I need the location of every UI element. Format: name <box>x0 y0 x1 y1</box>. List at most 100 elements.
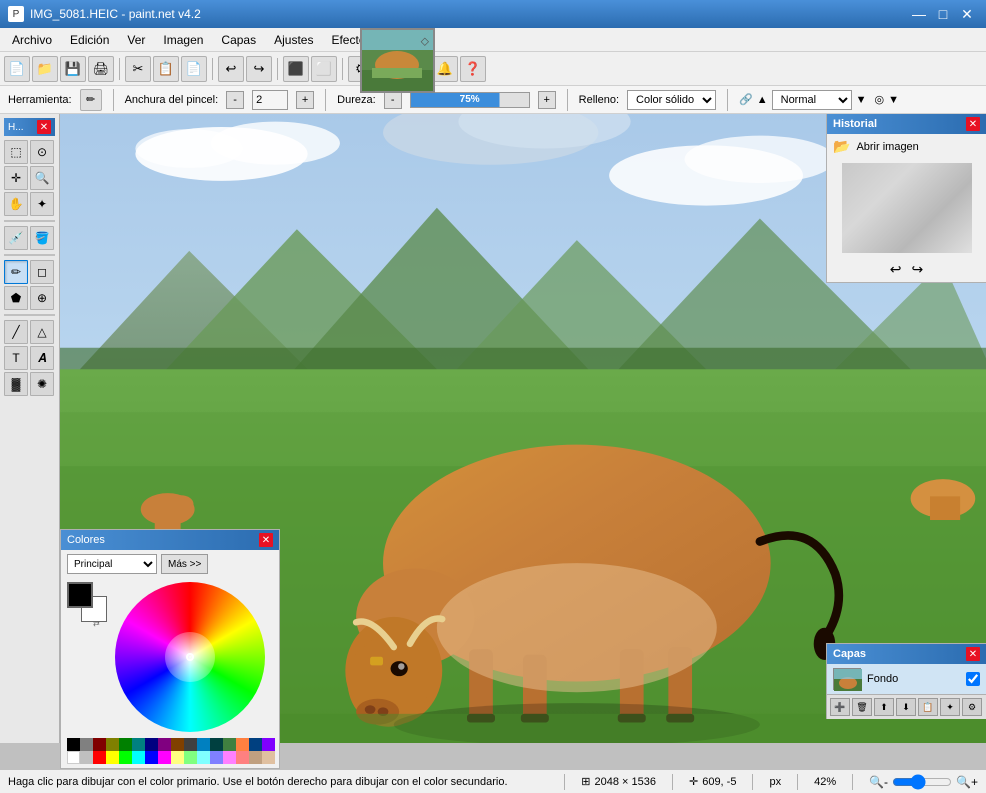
palette-color-lightblue[interactable] <box>210 751 223 764</box>
color-wheel[interactable] <box>115 582 265 732</box>
hardness-bar[interactable]: 75% <box>410 92 530 108</box>
menu-edicion[interactable]: Edición <box>62 31 117 49</box>
layer-add-btn[interactable]: ➕ <box>830 698 850 716</box>
palette-color-darkred[interactable] <box>93 738 106 751</box>
brush-size-input[interactable]: 2 <box>252 90 288 110</box>
maximize-button[interactable]: □ <box>932 4 954 24</box>
tool-text-alt[interactable]: 𝑨 <box>30 346 54 370</box>
history-redo-btn[interactable]: ↪ <box>912 261 924 278</box>
tool-zoom[interactable]: 🔍 <box>30 166 54 190</box>
tool-magic-wand[interactable]: ✦ <box>30 192 54 216</box>
palette-color-silver[interactable] <box>80 751 93 764</box>
palette-color-lightmagenta[interactable] <box>223 751 236 764</box>
menu-ajustes[interactable]: Ajustes <box>266 31 321 49</box>
toolbar-undo[interactable]: ↩ <box>218 56 244 82</box>
layer-dup-btn[interactable]: 📋 <box>918 698 938 716</box>
history-panel-close[interactable]: ✕ <box>966 117 980 131</box>
tools-panel-close[interactable]: ✕ <box>37 120 51 134</box>
color-channel-select[interactable]: Principal Secundario <box>67 554 157 574</box>
color-more-btn[interactable]: Más >> <box>161 554 208 574</box>
menu-archivo[interactable]: Archivo <box>4 31 60 49</box>
fg-color-swatch[interactable] <box>67 582 93 608</box>
zoom-out-btn[interactable]: 🔍- <box>869 775 888 789</box>
menu-capas[interactable]: Capas <box>213 31 264 49</box>
palette-color-cyan[interactable] <box>132 751 145 764</box>
palette-color-darkgray[interactable] <box>184 738 197 751</box>
palette-color-brown[interactable] <box>171 738 184 751</box>
tool-paint-bucket[interactable]: 🪣 <box>30 226 54 250</box>
palette-color-lightgreen[interactable] <box>184 751 197 764</box>
toolbar-cut[interactable]: ✂ <box>125 56 151 82</box>
palette-color-white[interactable] <box>67 751 80 764</box>
palette-color-purple[interactable] <box>158 738 171 751</box>
tool-gradient[interactable]: ▓ <box>4 372 28 396</box>
tool-pencil[interactable]: ✏ <box>4 260 28 284</box>
layer-down-btn[interactable]: ⬇ <box>896 698 916 716</box>
color-wheel-container[interactable] <box>115 582 265 732</box>
current-tool-icon[interactable]: ✏ <box>80 89 102 111</box>
swap-icon[interactable]: ⇄ <box>93 619 100 628</box>
tool-lasso[interactable]: ⊙ <box>30 140 54 164</box>
palette-color-lightcyan[interactable] <box>197 751 210 764</box>
hardness-decrease[interactable]: - <box>384 91 402 109</box>
toolbar-copy[interactable]: 📋 <box>153 56 179 82</box>
zoom-slider[interactable] <box>892 774 952 790</box>
layer-delete-btn[interactable]: 🗑 <box>852 698 872 716</box>
toolbar-resize[interactable]: ⬜ <box>311 56 337 82</box>
palette-color-red[interactable] <box>93 751 106 764</box>
palette-color-darkteal[interactable] <box>210 738 223 751</box>
tool-hand[interactable]: ✋ <box>4 192 28 216</box>
toolbar-print[interactable]: 🖨 <box>88 56 114 82</box>
fill-dropdown[interactable]: Color sólido Sin relleno Degradado <box>627 90 716 110</box>
menu-ver[interactable]: Ver <box>119 31 153 49</box>
brush-size-decrease[interactable]: - <box>226 91 244 109</box>
close-button[interactable]: ✕ <box>956 4 978 24</box>
history-undo-btn[interactable]: ↩ <box>890 261 902 278</box>
tool-rect-select[interactable]: ⬚ <box>4 140 28 164</box>
tool-eraser[interactable]: ◻ <box>30 260 54 284</box>
toolbar-open[interactable]: 📁 <box>32 56 58 82</box>
toolbar-new[interactable]: 📄 <box>4 56 30 82</box>
toolbar-redo[interactable]: ↪ <box>246 56 272 82</box>
palette-color-navy[interactable] <box>145 738 158 751</box>
palette-color-blue[interactable] <box>145 751 158 764</box>
palette-color-lightsalmon[interactable] <box>236 751 249 764</box>
layer-visibility-fondo[interactable] <box>966 672 980 686</box>
hardness-increase[interactable]: + <box>538 91 556 109</box>
toolbar-btn-9[interactable]: ❓ <box>460 56 486 82</box>
layer-merge-btn[interactable]: ✦ <box>940 698 960 716</box>
palette-color-orange[interactable] <box>236 738 249 751</box>
palette-color-blue2[interactable] <box>197 738 210 751</box>
tool-move[interactable]: ✛ <box>4 166 28 190</box>
palette-color-magenta[interactable] <box>158 751 171 764</box>
palette-color-black[interactable] <box>67 738 80 751</box>
palette-color-darkblue[interactable] <box>249 738 262 751</box>
tool-color-picker[interactable]: 💉 <box>4 226 28 250</box>
history-item-open[interactable]: 📂 Abrir imagen <box>827 134 986 159</box>
tool-text[interactable]: T <box>4 346 28 370</box>
brush-size-increase[interactable]: + <box>296 91 314 109</box>
palette-color-yellow[interactable] <box>106 751 119 764</box>
tool-clone[interactable]: ⊕ <box>30 286 54 310</box>
palette-color-wheat[interactable] <box>262 751 275 764</box>
layer-up-btn[interactable]: ⬆ <box>874 698 894 716</box>
zoom-in-btn[interactable]: 🔍+ <box>956 775 978 789</box>
tool-brush[interactable]: ⬟ <box>4 286 28 310</box>
toolbar-crop[interactable]: ⬛ <box>283 56 309 82</box>
colors-panel-close[interactable]: ✕ <box>259 533 273 547</box>
palette-color-lightyellow[interactable] <box>171 751 184 764</box>
layers-panel-close[interactable]: ✕ <box>966 647 980 661</box>
palette-color-olive[interactable] <box>106 738 119 751</box>
palette-color-gray[interactable] <box>80 738 93 751</box>
tool-line[interactable]: ╱ <box>4 320 28 344</box>
layer-item-fondo[interactable]: Fondo <box>827 664 986 694</box>
palette-color-green2[interactable] <box>223 738 236 751</box>
minimize-button[interactable]: — <box>908 4 930 24</box>
tool-effects[interactable]: ✺ <box>30 372 54 396</box>
toolbar-paste[interactable]: 📄 <box>181 56 207 82</box>
tool-shapes[interactable]: △ <box>30 320 54 344</box>
blend-mode-dropdown[interactable]: Normal Multiplicar Pantalla <box>772 90 852 110</box>
palette-color-violet[interactable] <box>262 738 275 751</box>
toolbar-btn-8[interactable]: 🔔 <box>432 56 458 82</box>
palette-color-tan[interactable] <box>249 751 262 764</box>
